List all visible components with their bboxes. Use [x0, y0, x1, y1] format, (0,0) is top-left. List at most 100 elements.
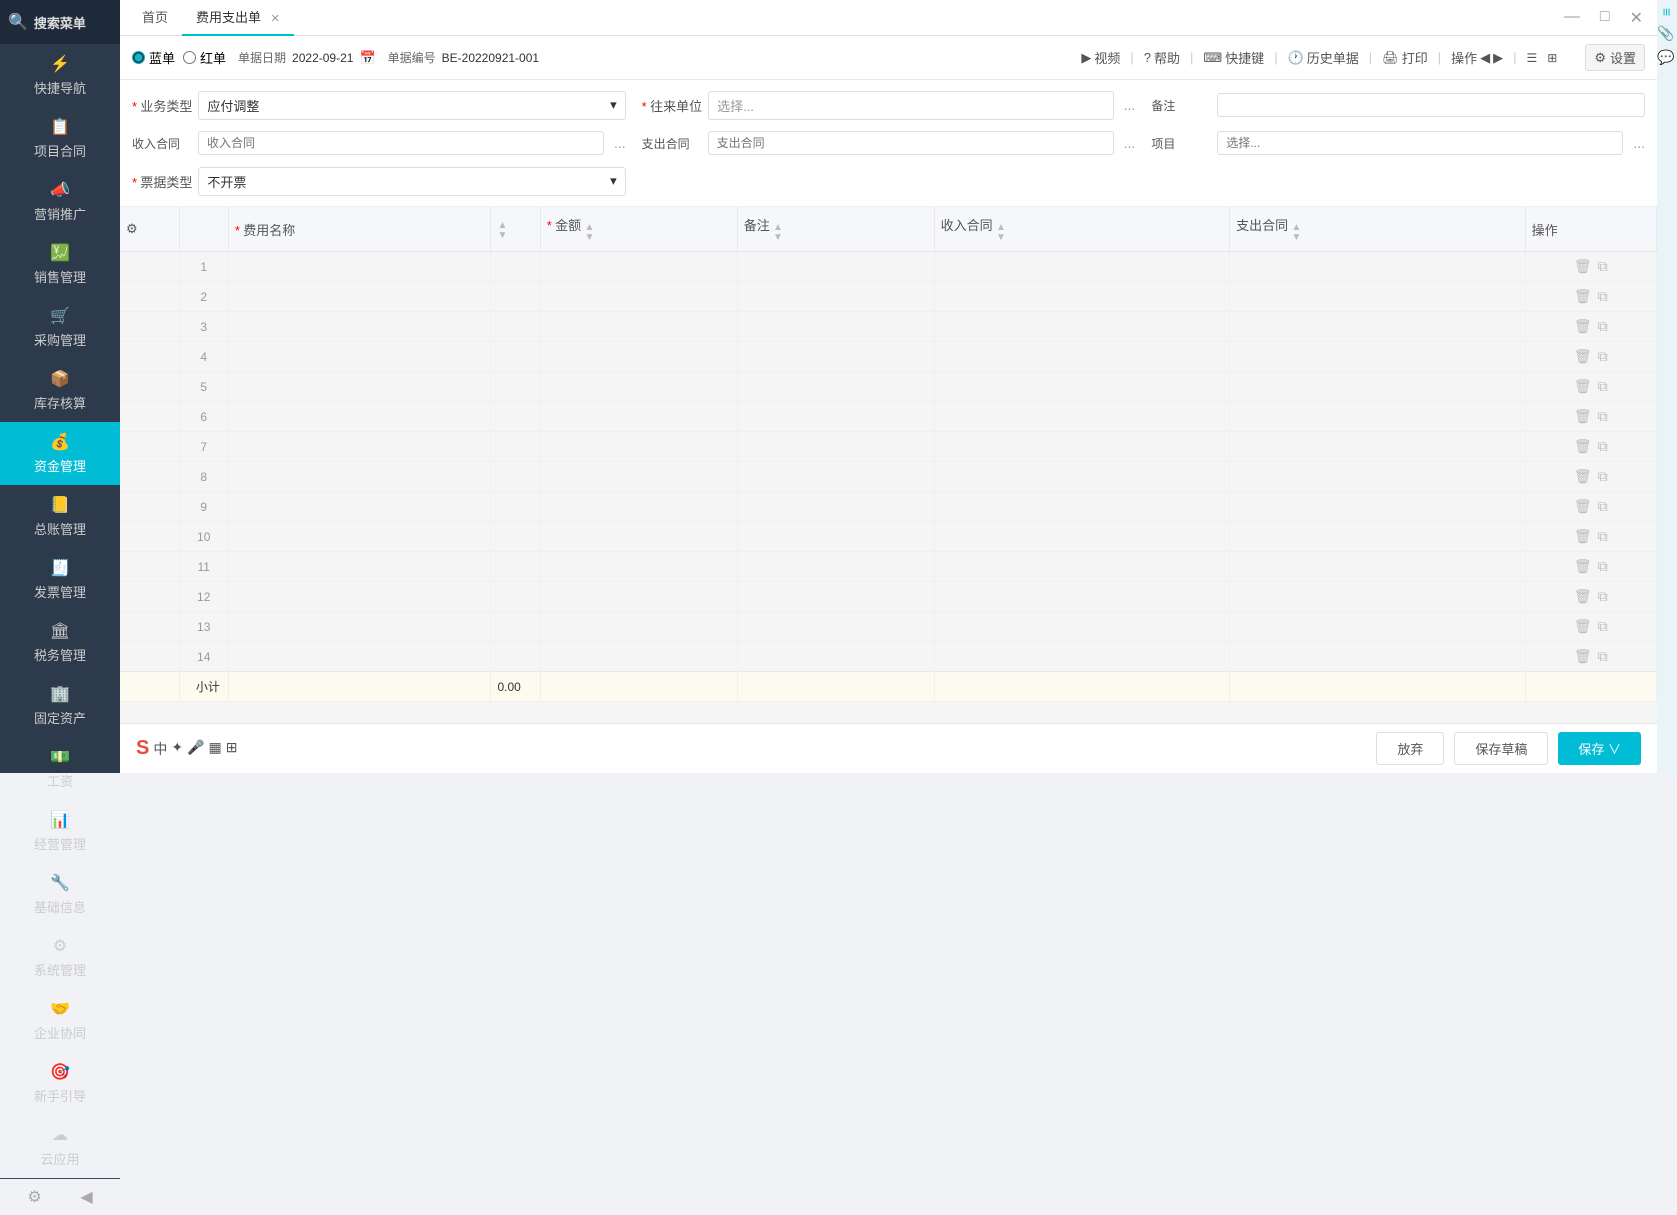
amount-cell[interactable] [540, 252, 737, 282]
expense-contract-cell[interactable] [1230, 462, 1525, 492]
amount-cell[interactable] [540, 582, 737, 612]
sidebar-item-quick-nav[interactable]: ⚡ 快捷导航 [0, 44, 120, 107]
radio-blue-input[interactable] [132, 51, 145, 64]
delete-icon[interactable]: 🗑 [1574, 498, 1592, 515]
income-contract-cell[interactable] [934, 582, 1229, 612]
amount-cell[interactable] [540, 522, 737, 552]
discard-button[interactable]: 放弃 [1376, 732, 1444, 765]
brand-icon-grid2[interactable]: ⊞ [226, 739, 238, 759]
income-contract-cell[interactable] [934, 522, 1229, 552]
expense-name-cell[interactable] [228, 642, 491, 672]
expense-name-cell[interactable] [228, 582, 491, 612]
help-button[interactable]: ? 帮助 [1144, 48, 1180, 67]
sidebar-item-marketing[interactable]: 📣 营销推广 [0, 170, 120, 233]
expense-contract-cell[interactable] [1230, 492, 1525, 522]
amount-cell[interactable] [540, 462, 737, 492]
operate-button[interactable]: 操作 ◀ ▶ [1451, 48, 1503, 67]
delete-icon[interactable]: 🗑 [1574, 558, 1592, 575]
remark-cell[interactable] [737, 372, 934, 402]
expense-name-cell[interactable] [228, 252, 491, 282]
remark-cell[interactable] [737, 582, 934, 612]
copy-icon[interactable]: ⧉ [1598, 528, 1608, 545]
minimize-button[interactable]: — [1558, 6, 1586, 30]
amount-cell[interactable] [540, 552, 737, 582]
expense-contract-cell[interactable] [1230, 372, 1525, 402]
copy-icon[interactable]: ⧉ [1598, 438, 1608, 455]
income-contract-cell[interactable] [934, 642, 1229, 672]
income-contract-cell[interactable] [934, 552, 1229, 582]
col-amount[interactable]: * 金额 ▲▼ [540, 207, 737, 252]
delete-icon[interactable]: 🗑 [1574, 258, 1592, 275]
income-contract-more-icon[interactable]: ... [614, 135, 626, 151]
expense-contract-more-icon[interactable]: ... [1124, 135, 1136, 151]
income-contract-cell[interactable] [934, 282, 1229, 312]
amount-cell[interactable] [540, 372, 737, 402]
delete-icon[interactable]: 🗑 [1574, 288, 1592, 305]
remark-cell[interactable] [737, 282, 934, 312]
settings-button[interactable]: ⚙ 设置 [1585, 44, 1645, 71]
amount-cell[interactable] [540, 282, 737, 312]
delete-icon[interactable]: 🗑 [1574, 378, 1592, 395]
income-contract-cell[interactable] [934, 492, 1229, 522]
radio-red-label[interactable]: 红单 [183, 48, 226, 67]
video-button[interactable]: ▶ 视频 [1081, 48, 1120, 67]
sidebar-item-assets[interactable]: 🏢 固定资产 [0, 674, 120, 737]
sidebar-item-accounting[interactable]: 📒 总账管理 [0, 485, 120, 548]
expense-name-cell[interactable] [228, 372, 491, 402]
income-contract-cell[interactable] [934, 372, 1229, 402]
sidebar-item-system[interactable]: ⚙ 系统管理 [0, 926, 120, 989]
expense-name-cell[interactable] [228, 462, 491, 492]
sidebar-item-inventory[interactable]: 📦 库存核算 [0, 359, 120, 422]
tab-home[interactable]: 首页 [128, 0, 182, 36]
remark-cell[interactable] [737, 252, 934, 282]
expense-contract-cell[interactable] [1230, 342, 1525, 372]
invoice-type-select[interactable]: 不开票 ▾ [198, 167, 625, 196]
expense-name-cell[interactable] [228, 282, 491, 312]
sidebar-item-newbie[interactable]: 🎯 新手引导 [0, 1052, 120, 1115]
remark-cell[interactable] [737, 432, 934, 462]
expense-contract-cell[interactable] [1230, 612, 1525, 642]
settings-icon[interactable]: ⚙ [27, 1187, 41, 1207]
sidebar-item-tax[interactable]: 🏛 税务管理 [0, 611, 120, 674]
save-button[interactable]: 保存 ∨ [1558, 732, 1641, 765]
calendar-icon[interactable]: 📅 [359, 50, 375, 66]
copy-icon[interactable]: ⧉ [1598, 468, 1608, 485]
income-contract-cell[interactable] [934, 252, 1229, 282]
copy-icon[interactable]: ⧉ [1598, 318, 1608, 335]
delete-icon[interactable]: 🗑 [1574, 438, 1592, 455]
delete-icon[interactable]: 🗑 [1574, 528, 1592, 545]
copy-icon[interactable]: ⧉ [1598, 408, 1608, 425]
expense-name-cell[interactable] [228, 402, 491, 432]
copy-icon[interactable]: ⧉ [1598, 588, 1608, 605]
col-remark[interactable]: 备注 ▲▼ [737, 207, 934, 252]
income-contract-cell[interactable] [934, 612, 1229, 642]
brand-icon-zhong[interactable]: 中 [153, 739, 167, 759]
sidebar-item-salary[interactable]: 💵 工资 [0, 737, 120, 800]
amount-cell[interactable] [540, 492, 737, 522]
right-panel-icon-3[interactable]: 💬 [1659, 49, 1675, 66]
remark-cell[interactable] [737, 312, 934, 342]
remark-cell[interactable] [737, 402, 934, 432]
delete-icon[interactable]: 🗑 [1574, 318, 1592, 335]
expense-contract-cell[interactable] [1230, 252, 1525, 282]
remark-cell[interactable] [737, 642, 934, 672]
volume-icon[interactable]: ◀ [80, 1187, 92, 1207]
project-more-icon[interactable]: ... [1633, 135, 1645, 151]
income-contract-cell[interactable] [934, 312, 1229, 342]
income-contract-input[interactable] [198, 131, 604, 155]
biz-type-select[interactable]: 应付调整 ▾ [198, 91, 625, 120]
income-contract-cell[interactable] [934, 462, 1229, 492]
counterparty-select[interactable]: 选择... [708, 91, 1114, 120]
col-expense-name[interactable]: * 费用名称 [228, 207, 491, 252]
shortcut-button[interactable]: ⌨ 快捷键 [1203, 48, 1264, 67]
list-view-button[interactable]: ⊞ [1547, 51, 1557, 65]
expense-contract-cell[interactable] [1230, 642, 1525, 672]
project-input[interactable] [1217, 131, 1623, 155]
delete-icon[interactable]: 🗑 [1574, 408, 1592, 425]
delete-icon[interactable]: 🗑 [1574, 588, 1592, 605]
expense-name-cell[interactable] [228, 522, 491, 552]
expense-contract-cell[interactable] [1230, 582, 1525, 612]
expense-contract-cell[interactable] [1230, 402, 1525, 432]
amount-cell[interactable] [540, 612, 737, 642]
counterparty-more-icon[interactable]: ... [1124, 97, 1136, 113]
